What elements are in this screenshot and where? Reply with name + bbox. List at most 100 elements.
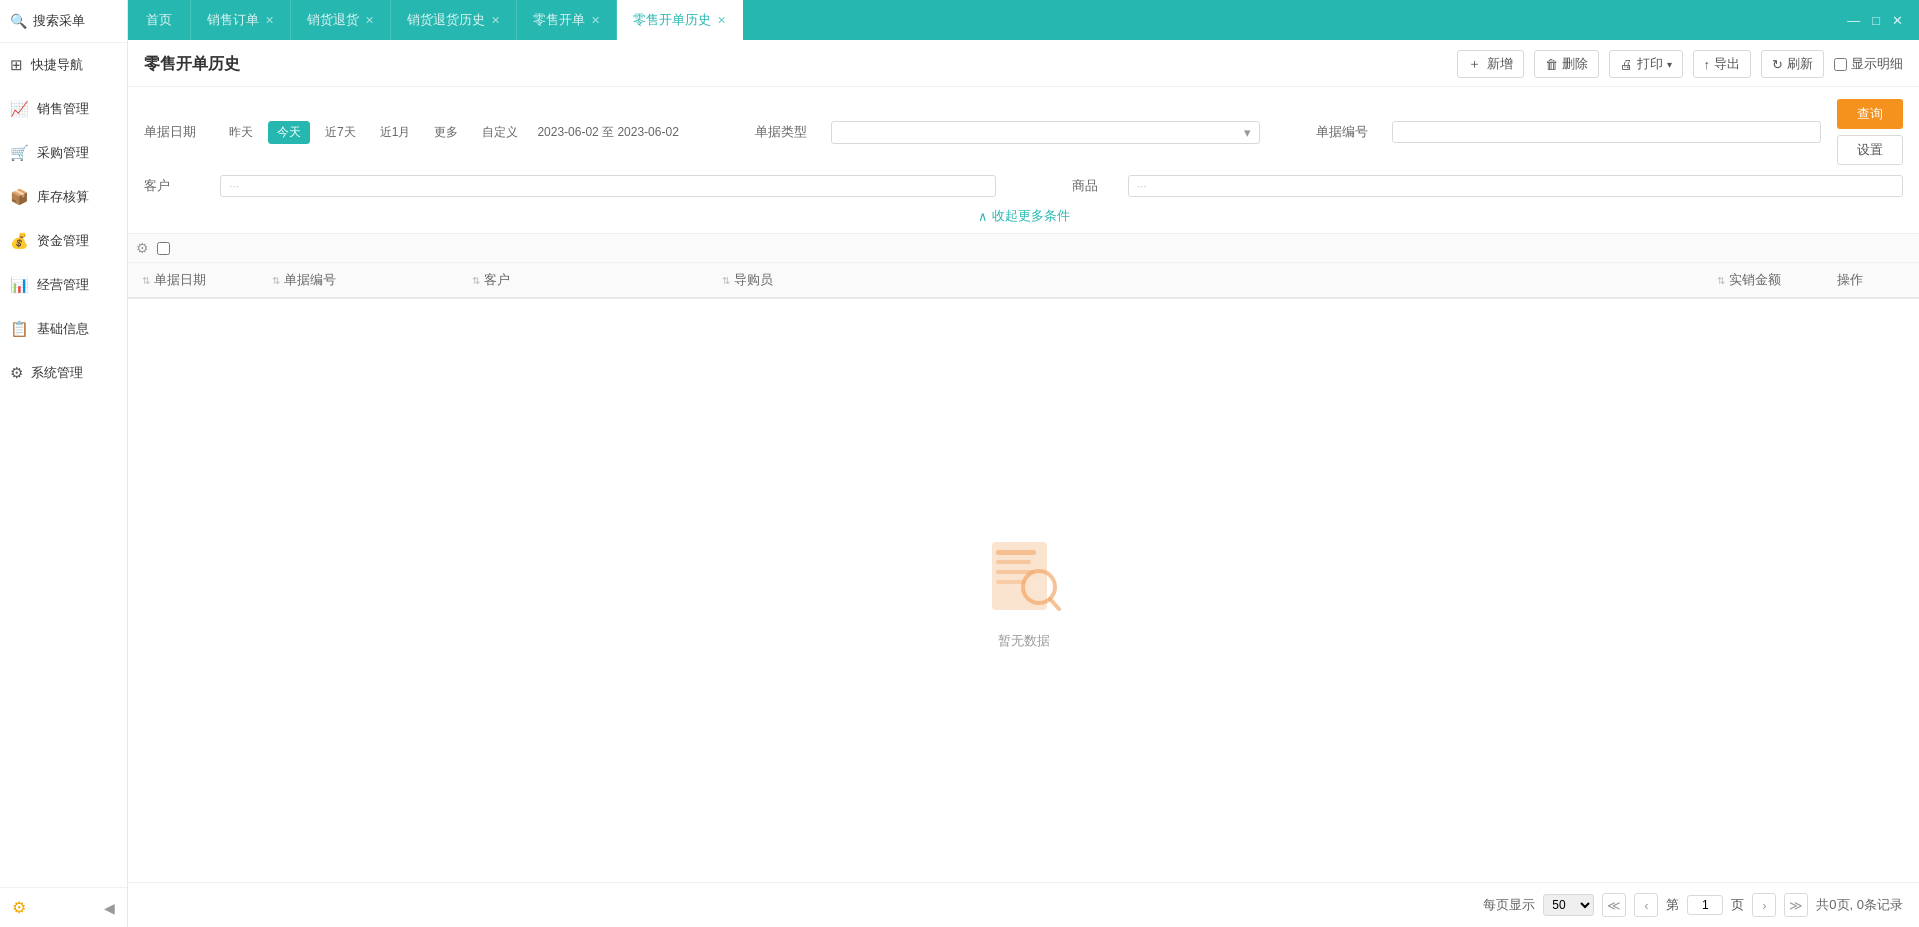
filter-row-2: 客户 ··· 商品 ··· — [144, 175, 1903, 197]
empty-illustration: 暂无数据 — [974, 532, 1074, 650]
export-button[interactable]: ↑ 导出 — [1693, 50, 1752, 78]
add-button[interactable]: ＋ 新增 — [1457, 50, 1524, 78]
tab-close-sales-return-history[interactable]: ✕ — [491, 14, 500, 27]
last-page-btn[interactable]: ≫ — [1784, 893, 1808, 917]
tab-label-sales-return-history: 销货退货历史 — [407, 11, 485, 29]
tab-retail-open[interactable]: 零售开单✕ — [517, 0, 617, 40]
settings-button[interactable]: 设置 — [1837, 135, 1903, 165]
tab-home[interactable]: 首页 — [128, 0, 191, 40]
minimize-btn[interactable]: — — [1847, 13, 1860, 28]
sidebar-item-purchase-mgmt[interactable]: 🛒采购管理 — [0, 131, 127, 175]
next-page-icon: › — [1762, 898, 1766, 913]
print-button[interactable]: 🖨 打印 ▾ — [1609, 50, 1683, 78]
date-range-display: 2023-06-02 至 2023-06-02 — [537, 124, 678, 141]
sidebar-item-sys-mgmt[interactable]: ⚙ 系统管理 — [0, 351, 127, 395]
sidebar-label-purchase-mgmt: 采购管理 — [37, 144, 89, 162]
show-detail-checkbox-label[interactable]: 显示明细 — [1834, 55, 1903, 73]
close-btn[interactable]: ✕ — [1892, 13, 1903, 28]
date-today[interactable]: 今天 — [268, 121, 310, 144]
page-label: 第 — [1666, 896, 1679, 914]
svg-point-7 — [1030, 578, 1044, 592]
table-area: ⚙ ⇅ 单据日期 ⇅ 单据编号 ⇅ 客户 ⇅ 导购员 — [128, 234, 1919, 882]
customer-dots: ··· — [229, 179, 239, 193]
sidebar-icon-ops: 📊 — [10, 276, 29, 294]
empty-text: 暂无数据 — [998, 632, 1050, 650]
sidebar-item-sales-mgmt[interactable]: 📈 销售管理 — [0, 87, 127, 131]
prev-page-btn[interactable]: ‹ — [1634, 893, 1658, 917]
sidebar-label-finance: 资金管理 — [37, 232, 89, 250]
type-filter-select[interactable]: ▾ — [831, 121, 1260, 144]
collapse-filter-btn[interactable]: ∧ 收起更多条件 — [144, 207, 1903, 225]
query-button[interactable]: 查询 — [1837, 99, 1903, 129]
th-amount: ⇅ 实销金额 — [1711, 263, 1831, 297]
maximize-btn[interactable]: □ — [1872, 13, 1880, 28]
table-toolbar: ⚙ — [128, 234, 1919, 263]
tab-sales-return-history[interactable]: 销货退货历史 ✕ — [391, 0, 517, 40]
sidebar-item-base-info[interactable]: 📋 基础信息 — [0, 307, 127, 351]
sidebar-icon-quick-nav: ⊞ — [10, 56, 23, 74]
sidebar-item-inventory[interactable]: 📦库存核算 — [0, 175, 127, 219]
date-1month[interactable]: 近1月 — [371, 121, 420, 144]
content-area: 零售开单历史 ＋ 新增 🗑 删除 🖨 打印 ▾ ↑ 导出 — [128, 40, 1919, 927]
sidebar-icon-sys-mgmt: ⚙ — [10, 364, 23, 382]
refresh-icon: ↻ — [1772, 57, 1783, 72]
first-page-btn[interactable]: ≪ — [1602, 893, 1626, 917]
th-spacer — [866, 272, 1711, 288]
pagination-total: 共0页, 0条记录 — [1816, 896, 1903, 914]
sidebar-label-sales-mgmt: 销售管理 — [37, 100, 89, 118]
tab-bar: 首页销售订单✕销货退货✕销货退货历史✕零售开单✕零售开单历史✕ — □ ✕ — [128, 0, 1919, 40]
filter-area: 单据日期 昨天 今天 近7天 近1月 更多 自定义 2023-06-02 至 2… — [128, 87, 1919, 234]
sidebar: 🔍 搜索采单 ⊞快捷导航 📈 销售管理 🛒采购管理📦库存核算💰资金管理📊经营管理 📋 基础… — [0, 0, 128, 927]
sidebar-icon-inventory: 📦 — [10, 188, 29, 206]
add-icon: ＋ — [1468, 55, 1481, 73]
sidebar-search-btn[interactable]: 🔍 搜索采单 — [0, 0, 127, 43]
next-page-btn[interactable]: › — [1752, 893, 1776, 917]
date-yesterday[interactable]: 昨天 — [220, 121, 262, 144]
main-area: 首页销售订单✕销货退货✕销货退货历史✕零售开单✕零售开单历史✕ — □ ✕ 零售… — [128, 0, 1919, 927]
collapse-icon[interactable]: ◀ — [104, 900, 115, 916]
date-more[interactable]: 更多 — [425, 121, 467, 144]
refresh-button[interactable]: ↻ 刷新 — [1761, 50, 1824, 78]
pagination: 每页显示 50 10 20 100 ≪ ‹ 第 页 › ≫ 共0页, 0条记录 — [128, 882, 1919, 927]
filter-row-1: 单据日期 昨天 今天 近7天 近1月 更多 自定义 2023-06-02 至 2… — [144, 99, 1903, 165]
tab-retail-open-history[interactable]: 零售开单历史✕ — [617, 0, 743, 40]
empty-area: 暂无数据 — [128, 299, 1919, 882]
per-page-label: 每页显示 — [1483, 896, 1535, 914]
tab-close-retail-open-history[interactable]: ✕ — [717, 14, 726, 27]
date-custom[interactable]: 自定义 — [473, 121, 527, 144]
tab-sales-order[interactable]: 销售订单 ✕ — [191, 0, 291, 40]
tab-label-sales-order: 销售订单 — [207, 11, 259, 29]
sidebar-search-label: 搜索采单 — [33, 12, 85, 30]
delete-icon: 🗑 — [1545, 57, 1558, 72]
th-customer: ⇅ 客户 — [466, 263, 716, 297]
first-page-icon: ≪ — [1607, 898, 1621, 913]
customer-filter-select[interactable]: ··· — [220, 175, 996, 197]
sidebar-item-ops[interactable]: 📊经营管理 — [0, 263, 127, 307]
per-page-select[interactable]: 50 10 20 100 — [1543, 894, 1594, 916]
date-7days[interactable]: 近7天 — [316, 121, 365, 144]
delete-button[interactable]: 🗑 删除 — [1534, 50, 1599, 78]
tab-close-sales-return[interactable]: ✕ — [365, 14, 374, 27]
sidebar-item-quick-nav[interactable]: ⊞快捷导航 — [0, 43, 127, 87]
select-all-checkbox[interactable] — [157, 242, 170, 255]
tab-close-retail-open[interactable]: ✕ — [591, 14, 600, 27]
sidebar-label-sys-mgmt: 系统管理 — [31, 364, 83, 382]
sidebar-icon-sales-mgmt: 📈 — [10, 100, 29, 118]
table-settings-icon[interactable]: ⚙ — [136, 240, 149, 256]
sidebar-label-base-info: 基础信息 — [37, 320, 89, 338]
th-number: ⇅ 单据编号 — [266, 263, 466, 297]
table-header: ⇅ 单据日期 ⇅ 单据编号 ⇅ 客户 ⇅ 导购员 ⇅ 实销 — [128, 263, 1919, 299]
settings-icon[interactable]: ⚙ — [12, 898, 26, 917]
sidebar-item-finance[interactable]: 💰资金管理 — [0, 219, 127, 263]
tab-sales-return[interactable]: 销货退货✕ — [291, 0, 391, 40]
sidebar-icon-base-info: 📋 — [10, 320, 29, 338]
page-suffix: 页 — [1731, 896, 1744, 914]
tab-close-sales-order[interactable]: ✕ — [265, 14, 274, 27]
sort-number-icon: ⇅ — [272, 275, 280, 286]
search-icon: 🔍 — [10, 13, 27, 29]
page-input[interactable] — [1687, 895, 1723, 915]
sort-sales-icon: ⇅ — [722, 275, 730, 286]
number-filter-input[interactable] — [1392, 121, 1821, 143]
goods-filter-select[interactable]: ··· — [1128, 175, 1904, 197]
show-detail-checkbox[interactable] — [1834, 58, 1847, 71]
